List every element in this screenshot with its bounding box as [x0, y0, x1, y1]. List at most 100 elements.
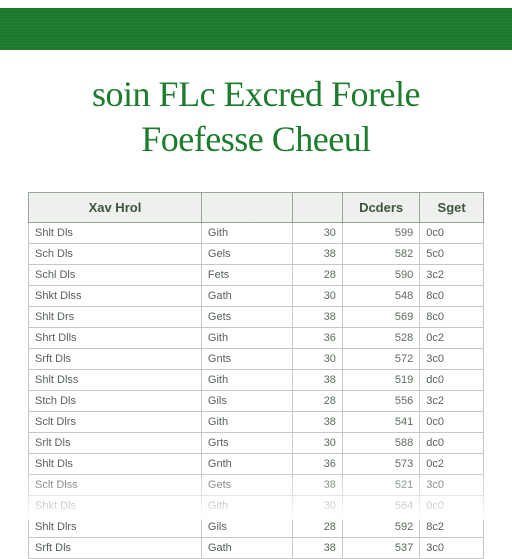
table-cell: 36: [292, 328, 342, 349]
table-cell: 38: [292, 538, 342, 559]
table-cell: 556: [342, 391, 419, 412]
table-cell: Schl Dls: [29, 265, 202, 286]
table-cell: dc0: [420, 433, 484, 454]
table-row: Shrt DllsGith365280c2: [29, 328, 484, 349]
table-cell: 28: [292, 517, 342, 538]
table-cell: 30: [292, 286, 342, 307]
table-cell: Shlt Drs: [29, 307, 202, 328]
table-row: Sch DlsGels385825c0: [29, 244, 484, 265]
col-header-1: Xav Hrol: [29, 193, 202, 223]
table-cell: 599: [342, 223, 419, 244]
table-cell: Gils: [201, 391, 292, 412]
table-cell: Gets: [201, 475, 292, 496]
table-cell: Gith: [201, 223, 292, 244]
table-cell: 30: [292, 349, 342, 370]
table-cell: 38: [292, 412, 342, 433]
table-cell: 548: [342, 286, 419, 307]
table-cell: 528: [342, 328, 419, 349]
table-cell: Gith: [201, 496, 292, 517]
table-container: Xav Hrol Dcders Sget Shlt DlsGith305990c…: [0, 192, 512, 559]
table-cell: 8c2: [420, 517, 484, 538]
table-cell: 588: [342, 433, 419, 454]
table-cell: 521: [342, 475, 419, 496]
table-cell: 537: [342, 538, 419, 559]
table-row: Srft DlsGnts305723c0: [29, 349, 484, 370]
table-cell: 30: [292, 223, 342, 244]
col-header-2: [201, 193, 292, 223]
table-cell: Shlt Dlrs: [29, 517, 202, 538]
table-row: Sclt DlrsGith385410c0: [29, 412, 484, 433]
table-cell: 38: [292, 370, 342, 391]
table-cell: 8c0: [420, 307, 484, 328]
table-cell: Sclt Dlss: [29, 475, 202, 496]
table-cell: 28: [292, 391, 342, 412]
table-cell: 5c0: [420, 244, 484, 265]
table-cell: Shlt Dls: [29, 454, 202, 475]
table-cell: Shlt Dls: [29, 223, 202, 244]
table-cell: Gith: [201, 370, 292, 391]
table-header-row: Xav Hrol Dcders Sget: [29, 193, 484, 223]
table-cell: Shkt Dlss: [29, 286, 202, 307]
table-row: Sclt DlssGets385213c0: [29, 475, 484, 496]
table-cell: Shlt Dlss: [29, 370, 202, 391]
table-row: Schl DlsFets285903c2: [29, 265, 484, 286]
table-cell: 38: [292, 307, 342, 328]
table-cell: 590: [342, 265, 419, 286]
table-cell: Sch Dls: [29, 244, 202, 265]
table-cell: 3c0: [420, 538, 484, 559]
table-cell: 0c0: [420, 412, 484, 433]
table-cell: 38: [292, 244, 342, 265]
table-cell: 582: [342, 244, 419, 265]
table-cell: 3c2: [420, 391, 484, 412]
table-cell: 564: [342, 496, 419, 517]
table-cell: 519: [342, 370, 419, 391]
table-cell: Shkt Dls: [29, 496, 202, 517]
table-row: Srlt DlsGrts30588dc0: [29, 433, 484, 454]
table-row: Shlt DlssGith38519dc0: [29, 370, 484, 391]
table-cell: Srft Dls: [29, 538, 202, 559]
table-row: Srft DlsGath385373c0: [29, 538, 484, 559]
col-header-4: Dcders: [342, 193, 419, 223]
table-row: Shlt DrsGets385698c0: [29, 307, 484, 328]
table-cell: Srlt Dls: [29, 433, 202, 454]
table-cell: Grts: [201, 433, 292, 454]
table-row: Shkt DlsGith305640c0: [29, 496, 484, 517]
title-block: soin FLc Excred Forele Foefesse Cheeul: [0, 50, 512, 192]
table-cell: Gith: [201, 328, 292, 349]
table-cell: 8c0: [420, 286, 484, 307]
table-cell: 573: [342, 454, 419, 475]
table-cell: Gils: [201, 517, 292, 538]
table-cell: 3c0: [420, 349, 484, 370]
table-row: Shlt DlsGith305990c0: [29, 223, 484, 244]
title-line-1: soin FLc Excred Forele: [20, 72, 492, 117]
table-cell: Gath: [201, 286, 292, 307]
table-row: Shkt DlssGath305488c0: [29, 286, 484, 307]
table-cell: Gnts: [201, 349, 292, 370]
table-cell: 28: [292, 265, 342, 286]
table-row: Shlt DlrsGils285928c2: [29, 517, 484, 538]
table-cell: 0c0: [420, 223, 484, 244]
table-cell: Fets: [201, 265, 292, 286]
table-cell: Gith: [201, 412, 292, 433]
table-cell: 38: [292, 475, 342, 496]
table-cell: 30: [292, 433, 342, 454]
table-cell: Sclt Dlrs: [29, 412, 202, 433]
table-cell: Gets: [201, 307, 292, 328]
top-banner: [0, 8, 512, 50]
col-header-3: [292, 193, 342, 223]
table-cell: 572: [342, 349, 419, 370]
table-cell: Gath: [201, 538, 292, 559]
table-cell: Shrt Dlls: [29, 328, 202, 349]
table-cell: 592: [342, 517, 419, 538]
table-cell: 0c0: [420, 496, 484, 517]
table-row: Shlt DlsGnth365730c2: [29, 454, 484, 475]
table-cell: 569: [342, 307, 419, 328]
table-cell: Gnth: [201, 454, 292, 475]
table-cell: Srft Dls: [29, 349, 202, 370]
table-cell: Gels: [201, 244, 292, 265]
table-cell: Stch Dls: [29, 391, 202, 412]
table-cell: 3c2: [420, 265, 484, 286]
table-cell: 30: [292, 496, 342, 517]
col-header-5: Sget: [420, 193, 484, 223]
table-cell: 0c2: [420, 454, 484, 475]
